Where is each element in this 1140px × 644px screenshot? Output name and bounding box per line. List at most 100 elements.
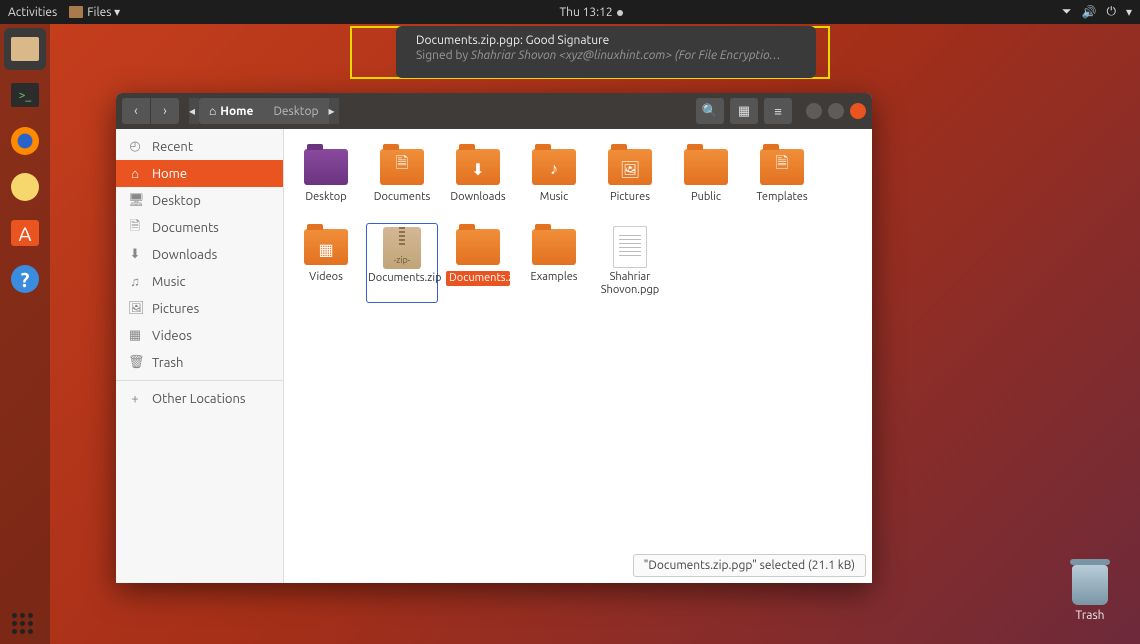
sidebar-item-desktop[interactable]: 🖥 Desktop (116, 187, 283, 214)
file-label: Music (540, 191, 568, 204)
trash-icon (1072, 565, 1108, 605)
file-label: Documents (374, 191, 431, 204)
dock-terminal[interactable]: >_ (4, 74, 46, 116)
network-icon[interactable]: ⏷ (1062, 5, 1072, 19)
sidebar-item-label: Other Locations (152, 392, 246, 406)
file-grid[interactable]: Desktop 🗎 Documents ⬇Downloads♪Music🖼Pictur… (284, 129, 872, 583)
sidebar-item-home[interactable]: ⌂ Home (116, 160, 283, 187)
dock-help[interactable]: ? (4, 258, 46, 300)
folder-icon (532, 229, 576, 265)
activities-button[interactable]: Activities (8, 6, 57, 19)
folder-icon: ⬇ (456, 149, 500, 185)
sidebar-item-pictures[interactable]: 🖼 Pictures (116, 295, 283, 322)
file-label: Videos (309, 271, 343, 284)
path-root-icon[interactable]: ◂ (189, 98, 199, 124)
sidebar-icon: 🖥 (128, 193, 142, 208)
top-panel: Activities Files ▾ Thu 13:12 ⏷ 🔊 ⏻ ▾ (0, 0, 1140, 24)
sidebar-item-label: Downloads (152, 248, 217, 262)
maximize-button[interactable] (828, 103, 844, 119)
minimize-button[interactable] (806, 103, 822, 119)
notification-popup[interactable]: Documents.zip.pgp: Good Signature Signed… (396, 26, 816, 78)
file-item[interactable]: 🗎 Templates (746, 143, 818, 223)
notification-dot-icon (617, 10, 623, 16)
dock-files[interactable] (4, 28, 46, 70)
sidebar-icon: 🗎 (128, 217, 142, 239)
home-icon: ⌂ (209, 104, 216, 118)
file-label: Shahriar Shovon.pgp (596, 271, 664, 297)
dock-software[interactable]: A (4, 212, 46, 254)
sidebar-item-label: Desktop (152, 194, 201, 208)
forward-button[interactable]: › (151, 98, 179, 124)
sidebar-item-label: Videos (152, 329, 192, 343)
notification-title: Documents.zip.pgp: Good Signature (416, 34, 796, 47)
sidebar-item-recent[interactable]: ◴ Recent (116, 133, 283, 160)
sidebar-icon: ▦ (128, 328, 142, 343)
sidebar-item-trash[interactable]: 🗑 Trash (116, 349, 283, 376)
files-icon (69, 6, 83, 18)
sidebar-icon: + (128, 392, 142, 406)
sidebar-item-other-locations[interactable]: + Other Locations (116, 385, 283, 412)
sidebar-icon: ◴ (128, 139, 142, 154)
breadcrumb-desktop[interactable]: Desktop (263, 98, 328, 124)
search-button[interactable]: 🔍 (696, 98, 724, 124)
file-item[interactable]: 🖼Pictures (594, 143, 666, 223)
sidebar-item-label: Recent (152, 140, 193, 154)
folder-icon: 🗎 (760, 149, 804, 185)
sidebar-item-label: Documents (152, 221, 219, 235)
dock: >_ A ? (0, 24, 50, 644)
clock[interactable]: Thu 13:12 (559, 6, 612, 19)
hamburger-menu-button[interactable]: ≡ (764, 98, 792, 124)
sidebar-item-downloads[interactable]: ⬇ Downloads (116, 241, 283, 268)
files-window: ‹ › ◂ ⌂Home Desktop ▸ 🔍 ▦ ≡ ◴ Recent ⌂ Home… (116, 93, 872, 583)
volume-icon[interactable]: 🔊 (1082, 5, 1097, 19)
file-item[interactable]: Shahriar Shovon.pgp (594, 223, 666, 303)
file-item[interactable]: ⬇Downloads (442, 143, 514, 223)
sidebar-icon: ♫ (128, 274, 142, 289)
folder-icon: 🗎 (380, 149, 424, 185)
desktop-trash[interactable]: Trash (1072, 565, 1108, 622)
show-applications-button[interactable] (12, 613, 33, 634)
view-grid-button[interactable]: ▦ (730, 98, 758, 124)
breadcrumb-home[interactable]: ⌂Home (199, 98, 263, 124)
document-icon (613, 226, 647, 268)
sidebar-item-music[interactable]: ♫ Music (116, 268, 283, 295)
sidebar-item-documents[interactable]: 🗎 Documents (116, 214, 283, 241)
sidebar-item-label: Music (152, 275, 186, 289)
file-item[interactable]: ▦Videos (290, 223, 362, 303)
back-button[interactable]: ‹ (122, 98, 150, 124)
sidebar-item-label: Pictures (152, 302, 199, 316)
sidebar-icon: 🗑 (128, 355, 142, 370)
sidebar-item-label: Trash (152, 356, 183, 370)
folder-icon (684, 149, 728, 185)
sidebar-icon: 🖼 (128, 301, 142, 316)
file-item[interactable]: Examples (518, 223, 590, 303)
file-item[interactable]: Documents.zip.pgp (442, 223, 514, 303)
file-label: Documents.zip.pgp (446, 271, 510, 286)
file-item[interactable]: Public (670, 143, 742, 223)
sidebar-icon: ⬇ (128, 247, 142, 262)
sidebar: ◴ Recent ⌂ Home 🖥 Desktop 🗎 Documents ⬇ Downloads… (116, 129, 284, 583)
file-item[interactable]: Desktop (290, 143, 362, 223)
file-label: Examples (530, 271, 577, 284)
dock-rhythmbox[interactable] (4, 166, 46, 208)
notification-subtitle: Signed by Shahriar Shovon <xyz@linuxhint… (416, 49, 796, 62)
file-item[interactable]: 🗎 Documents (366, 143, 438, 223)
app-menu[interactable]: Files ▾ (69, 5, 120, 19)
file-item[interactable]: -zip-Documents.zip (366, 223, 438, 303)
file-item[interactable]: ♪Music (518, 143, 590, 223)
sidebar-item-label: Home (152, 167, 187, 181)
chevron-down-icon[interactable]: ▾ (1126, 5, 1132, 19)
folder-icon (456, 229, 500, 265)
dock-firefox[interactable] (4, 120, 46, 162)
file-label: Public (691, 191, 721, 204)
path-expand-icon[interactable]: ▸ (329, 98, 339, 124)
sidebar-item-videos[interactable]: ▦ Videos (116, 322, 283, 349)
folder-icon (304, 149, 348, 185)
toolbar: ‹ › ◂ ⌂Home Desktop ▸ 🔍 ▦ ≡ (116, 93, 872, 129)
power-icon[interactable]: ⏻ (1106, 5, 1116, 19)
close-button[interactable] (850, 103, 866, 119)
status-bar: "Documents.zip.pgp" selected (21.1 kB) (633, 554, 866, 577)
archive-icon: -zip- (383, 227, 421, 269)
sidebar-icon: ⌂ (128, 166, 142, 181)
file-label: Templates (756, 191, 807, 204)
